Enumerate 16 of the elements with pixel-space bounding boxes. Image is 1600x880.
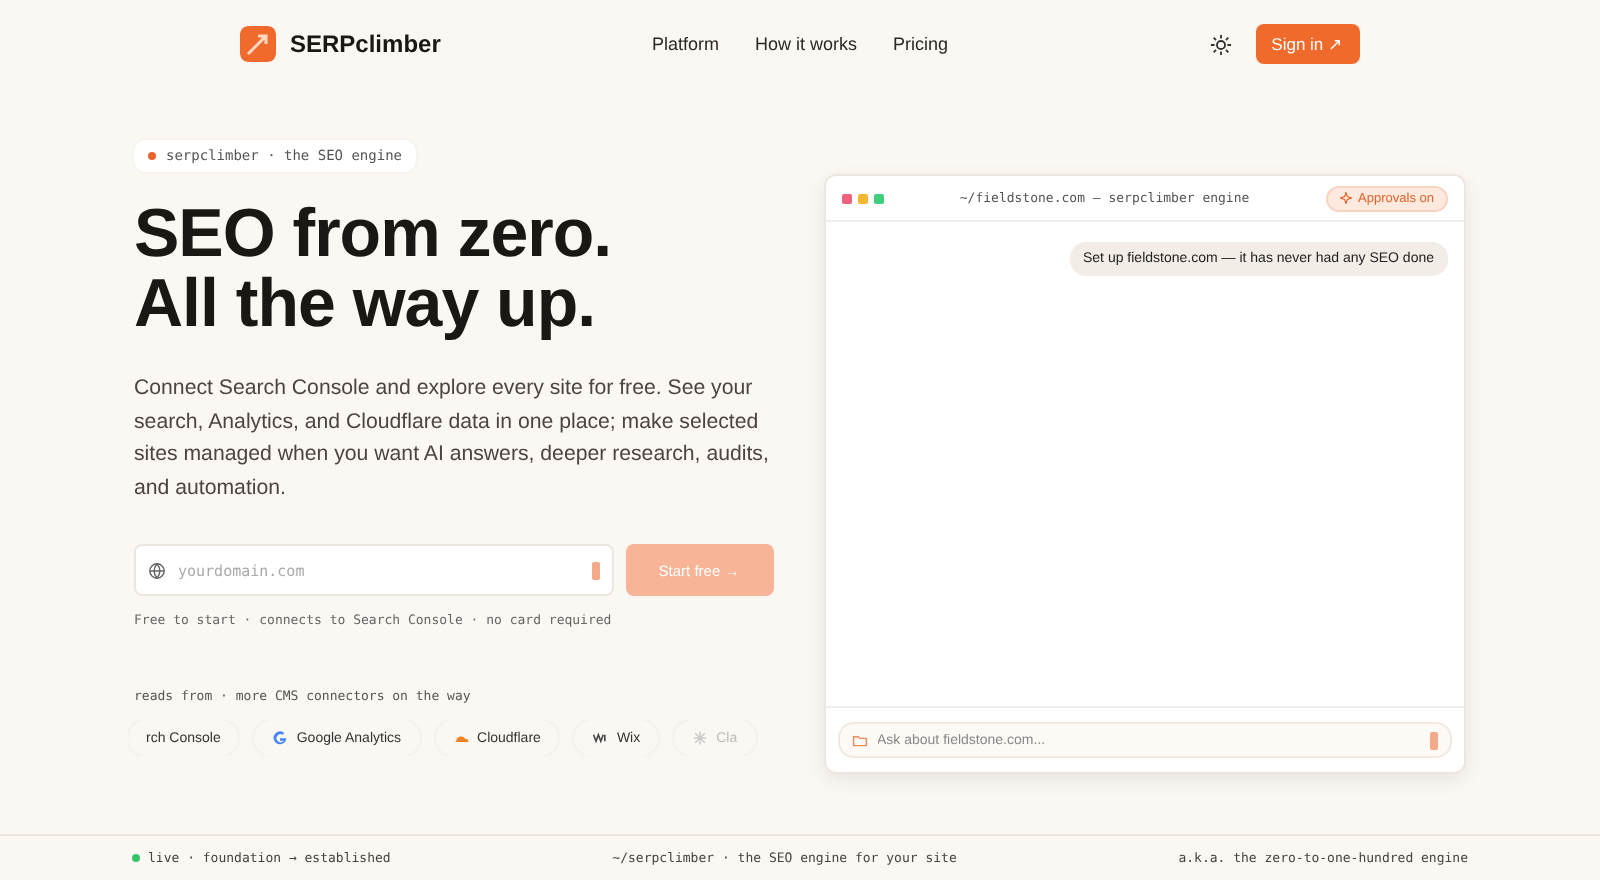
description: Connect Search Console and explore every site for free. See your search, Analytics, and Cloudflare data in one place; make selected sites managed when you want AI answers, deeper research, audits, and automation. [134, 374, 771, 503]
folder-icon [851, 732, 867, 748]
headline: SEO from zero. [134, 200, 614, 270]
globe-icon [148, 561, 166, 579]
status-dot-icon [132, 854, 140, 862]
brand-name: SERPclimber [290, 30, 441, 58]
wix-icon [592, 730, 609, 746]
nav-link[interactable]: Pricing [893, 34, 949, 54]
headline: All the way up. [134, 270, 598, 340]
logo-icon[interactable] [240, 26, 276, 62]
sun-icon[interactable] [1209, 33, 1232, 55]
nav-link[interactable]: How it works [755, 34, 858, 54]
sparkle-icon [1340, 192, 1353, 204]
google-icon [272, 730, 289, 746]
asterisk-icon [692, 730, 709, 746]
nav-link[interactable]: Platform [651, 34, 719, 54]
